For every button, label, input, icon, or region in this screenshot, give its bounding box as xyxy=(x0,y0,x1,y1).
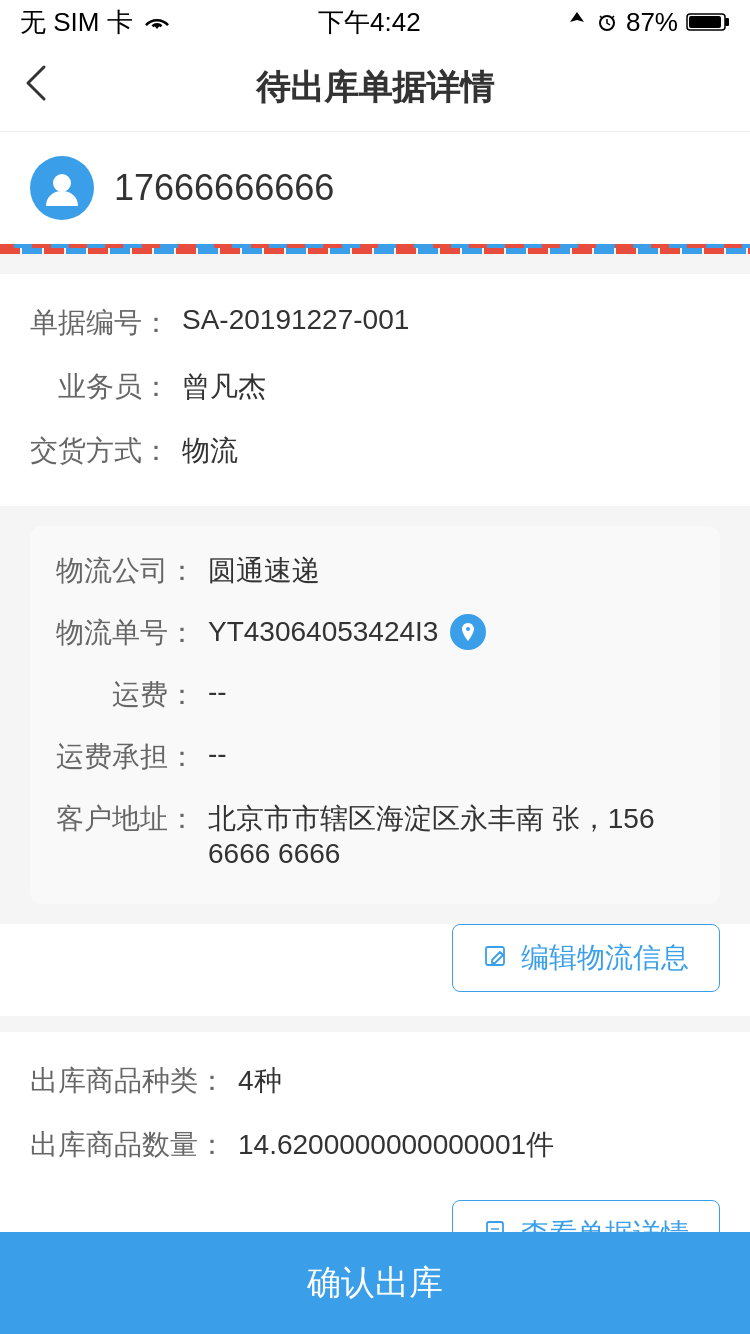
alarm-icon xyxy=(596,11,618,33)
product-section: 出库商品种类： 4种 出库商品数量： 14.6200000000000001件 xyxy=(0,1032,750,1200)
status-left: 无 SIM 卡 xyxy=(20,5,173,40)
battery-percent: 87% xyxy=(626,7,678,38)
address-row: 客户地址： 北京市市辖区海淀区永丰南 张，156 6666 6666 xyxy=(56,800,694,870)
edit-logistics-label: 编辑物流信息 xyxy=(521,939,689,977)
delivery-method-row: 交货方式： 物流 xyxy=(30,432,720,470)
logistics-card: 物流公司： 圆通速递 物流单号： YT43064053424I3 运费： -- … xyxy=(30,526,720,904)
freight-bearer-label: 运费承担： xyxy=(56,738,196,776)
confirm-outbound-button[interactable]: 确认出库 xyxy=(0,1260,750,1306)
logistics-company-row: 物流公司： 圆通速递 xyxy=(56,552,694,590)
sales-person-label: 业务员： xyxy=(30,368,170,406)
order-no-value: SA-20191227-001 xyxy=(182,304,720,336)
order-no-row: 单据编号： SA-20191227-001 xyxy=(30,304,720,342)
tracking-location-icon[interactable] xyxy=(450,614,486,650)
logistics-company-value: 圆通速递 xyxy=(208,552,694,590)
product-quantity-row: 出库商品数量： 14.6200000000000001件 xyxy=(30,1126,720,1164)
product-type-value: 4种 xyxy=(238,1062,720,1100)
product-type-row: 出库商品种类： 4种 xyxy=(30,1062,720,1100)
svg-rect-3 xyxy=(689,16,721,28)
freight-row: 运费： -- xyxy=(56,676,694,714)
back-button[interactable] xyxy=(24,63,48,112)
avatar xyxy=(30,156,94,220)
tracking-no-value: YT43064053424I3 xyxy=(208,614,694,650)
page-title: 待出库单据详情 xyxy=(256,65,494,111)
sim-status: 无 SIM 卡 xyxy=(20,5,133,40)
nav-bar: 待出库单据详情 xyxy=(0,44,750,132)
address-label: 客户地址： xyxy=(56,800,196,838)
svg-rect-2 xyxy=(725,18,729,26)
freight-value: -- xyxy=(208,676,694,708)
freight-label: 运费： xyxy=(56,676,196,714)
delivery-method-value: 物流 xyxy=(182,432,720,470)
product-quantity-value: 14.6200000000000001件 xyxy=(238,1126,720,1164)
freight-bearer-value: -- xyxy=(208,738,694,770)
sales-person-value: 曾凡杰 xyxy=(182,368,720,406)
freight-bearer-row: 运费承担： -- xyxy=(56,738,694,776)
product-type-label: 出库商品种类： xyxy=(30,1062,226,1100)
edit-btn-wrap: 编辑物流信息 xyxy=(0,924,750,1016)
battery-icon xyxy=(686,11,730,33)
customer-phone: 17666666666 xyxy=(114,167,334,209)
wifi-icon xyxy=(141,11,173,33)
tracking-no-label: 物流单号： xyxy=(56,614,196,652)
status-right: 87% xyxy=(566,7,730,38)
edit-logistics-button[interactable]: 编辑物流信息 xyxy=(452,924,720,992)
basic-info-section: 单据编号： SA-20191227-001 业务员： 曾凡杰 交货方式： 物流 xyxy=(0,274,750,506)
status-bar: 无 SIM 卡 下午4:42 87% xyxy=(0,0,750,44)
customer-header: 17666666666 xyxy=(0,132,750,248)
delivery-method-label: 交货方式： xyxy=(30,432,170,470)
address-value: 北京市市辖区海淀区永丰南 张，156 6666 6666 xyxy=(208,800,694,870)
order-no-label: 单据编号： xyxy=(30,304,170,342)
tracking-no-row: 物流单号： YT43064053424I3 xyxy=(56,614,694,652)
sales-person-row: 业务员： 曾凡杰 xyxy=(30,368,720,406)
logistics-company-label: 物流公司： xyxy=(56,552,196,590)
confirm-btn-wrap: 确认出库 xyxy=(0,1232,750,1334)
dashed-divider xyxy=(0,248,750,254)
status-time: 下午4:42 xyxy=(318,5,421,40)
product-quantity-label: 出库商品数量： xyxy=(30,1126,226,1164)
location-service-icon xyxy=(566,11,588,33)
svg-point-4 xyxy=(53,174,71,192)
edit-icon xyxy=(483,944,511,972)
section-divider-1 xyxy=(0,1016,750,1032)
